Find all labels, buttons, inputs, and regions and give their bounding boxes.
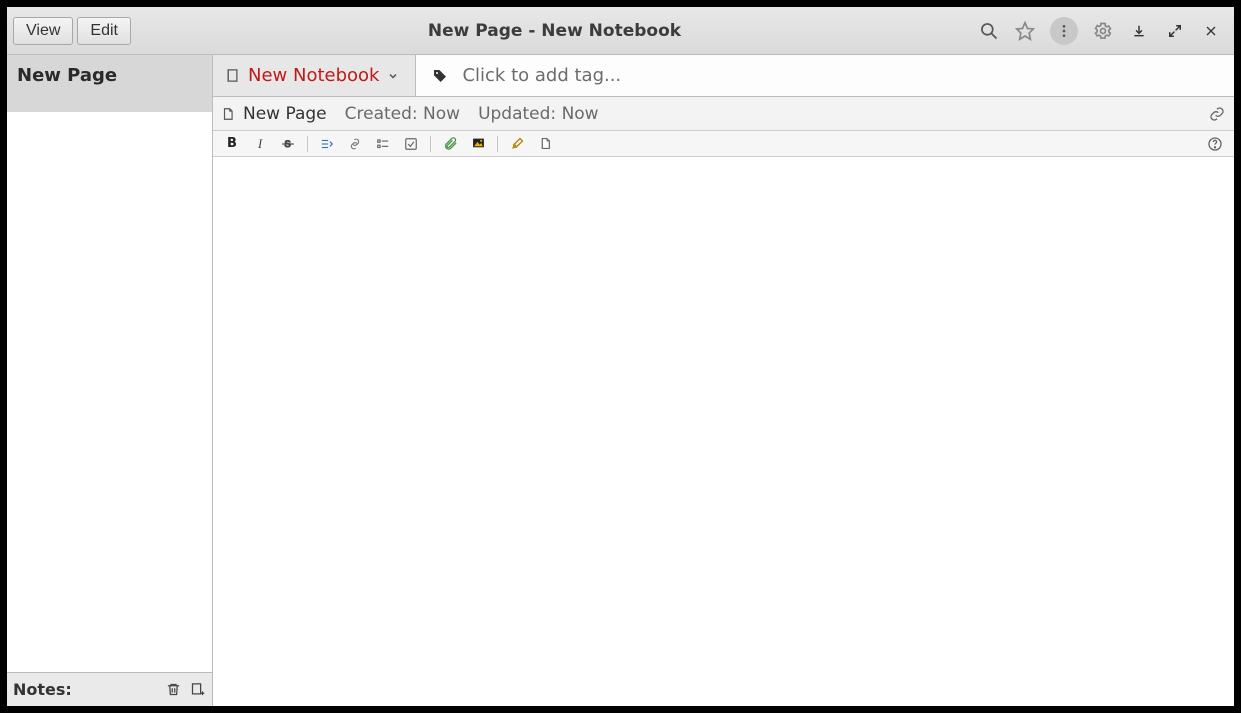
- image-button[interactable]: [465, 134, 491, 154]
- toolbar-separator: [497, 136, 498, 152]
- new-note-icon[interactable]: [188, 681, 206, 699]
- attachment-button[interactable]: [437, 134, 463, 154]
- editor-body[interactable]: [213, 157, 1234, 706]
- star-icon[interactable]: [1014, 20, 1036, 42]
- sidebar-footer: Notes:: [7, 672, 212, 706]
- page-meta-row: New Page Created: Now Updated: Now: [213, 97, 1234, 131]
- sidebar-page-item[interactable]: New Page: [7, 55, 212, 112]
- toolbar-separator: [430, 136, 431, 152]
- strikethrough-button[interactable]: S: [275, 134, 301, 154]
- sidebar-footer-label: Notes:: [13, 680, 158, 699]
- gear-icon[interactable]: [1092, 20, 1114, 42]
- titlebar: View Edit New Page - New Notebook: [7, 7, 1234, 55]
- chevron-down-icon: [387, 70, 399, 82]
- menu-edit-button[interactable]: Edit: [77, 17, 131, 45]
- insert-link-button[interactable]: [342, 134, 368, 154]
- more-vertical-icon[interactable]: [1050, 17, 1078, 45]
- trash-icon[interactable]: [164, 681, 182, 699]
- titlebar-actions: [978, 17, 1228, 45]
- bold-button[interactable]: B: [219, 134, 245, 154]
- tag-icon: [432, 68, 448, 84]
- workspace: New Page Notes: New Notebook: [7, 55, 1234, 706]
- close-icon[interactable]: [1200, 20, 1222, 42]
- clear-format-button[interactable]: [504, 134, 530, 154]
- page-created-label: Created: Now: [345, 104, 460, 124]
- toolbar-separator: [307, 136, 308, 152]
- window-title: New Page - New Notebook: [135, 21, 974, 41]
- checkbox-button[interactable]: [398, 134, 424, 154]
- notebook-icon: [225, 67, 240, 84]
- template-button[interactable]: [532, 134, 558, 154]
- page-updated-label: Updated: Now: [478, 104, 599, 124]
- help-icon[interactable]: [1202, 134, 1228, 154]
- main-area: New Notebook Click to add tag... New Pag…: [213, 55, 1234, 706]
- tag-row: New Notebook Click to add tag...: [213, 55, 1234, 97]
- page-title-display[interactable]: New Page: [221, 104, 327, 124]
- list-button[interactable]: [370, 134, 396, 154]
- link-icon[interactable]: [1208, 105, 1226, 123]
- format-toolbar: B I S: [213, 131, 1234, 157]
- search-icon[interactable]: [978, 20, 1000, 42]
- sidebar-empty-area: [7, 112, 212, 672]
- download-icon[interactable]: [1128, 20, 1150, 42]
- tag-input-area[interactable]: Click to add tag...: [416, 55, 1234, 96]
- fullscreen-icon[interactable]: [1164, 20, 1186, 42]
- notebook-name: New Notebook: [248, 65, 379, 86]
- indent-button[interactable]: [314, 134, 340, 154]
- notebook-selector[interactable]: New Notebook: [213, 55, 416, 96]
- page-icon: [221, 106, 235, 122]
- tag-placeholder: Click to add tag...: [462, 65, 621, 86]
- page-title-label: New Page: [243, 104, 327, 124]
- menu-view-button[interactable]: View: [13, 17, 73, 45]
- italic-button[interactable]: I: [247, 134, 273, 154]
- app-window: View Edit New Page - New Notebook: [6, 6, 1235, 707]
- sidebar: New Page Notes:: [7, 55, 213, 706]
